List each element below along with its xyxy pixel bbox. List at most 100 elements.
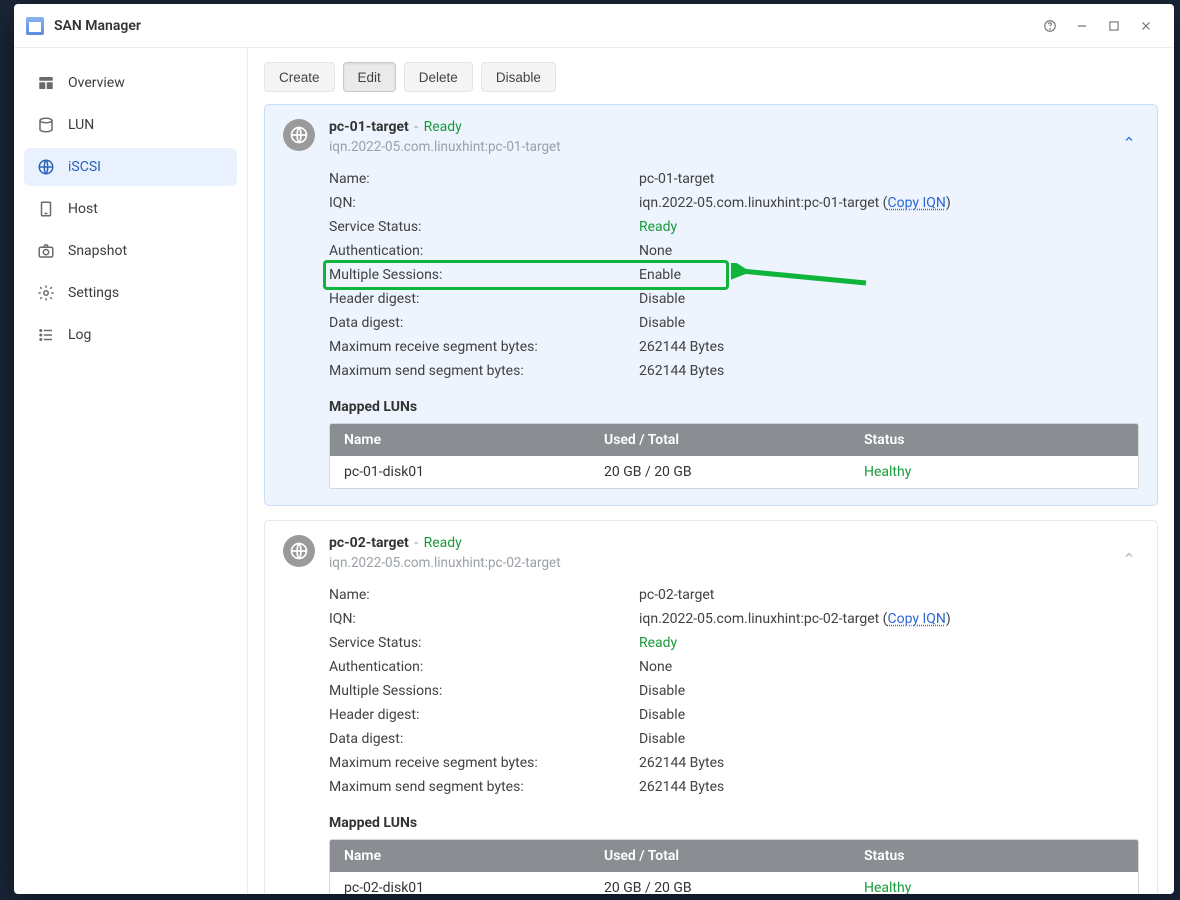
collapse-icon[interactable] (1117, 127, 1141, 151)
label-data-digest: Data digest: (329, 315, 639, 331)
mapped-luns-heading: Mapped LUNs (329, 399, 1157, 415)
lun-status: Healthy (864, 880, 1124, 894)
maximize-button[interactable] (1098, 10, 1130, 42)
sidebar-item-log[interactable]: Log (24, 316, 237, 354)
lun-name: pc-01-disk01 (344, 464, 604, 480)
globe-icon (283, 535, 315, 567)
value-header-digest: Disable (639, 291, 1139, 307)
value-header-digest: Disable (639, 707, 1139, 723)
value-data-digest: Disable (639, 315, 1139, 331)
value-auth: None (639, 243, 1139, 259)
sidebar-item-overview[interactable]: Overview (24, 64, 237, 102)
value-service-status: Ready (639, 219, 1139, 235)
disk-icon (36, 115, 56, 135)
table-row[interactable]: pc-02-disk01 20 GB / 20 GB Healthy (330, 872, 1138, 894)
col-name: Name (344, 848, 604, 864)
sidebar-item-label: iSCSI (68, 159, 101, 175)
camera-icon (36, 241, 56, 261)
value-max-recv: 262144 Bytes (639, 755, 1139, 771)
label-max-send: Maximum send segment bytes: (329, 779, 639, 795)
label-name: Name: (329, 171, 639, 187)
create-button[interactable]: Create (264, 62, 335, 92)
help-button[interactable] (1034, 10, 1066, 42)
table-header: Name Used / Total Status (330, 840, 1138, 872)
collapse-icon[interactable] (1117, 543, 1141, 567)
lun-used: 20 GB / 20 GB (604, 880, 864, 894)
target-name: pc-01-target (329, 119, 409, 135)
globe-icon (283, 119, 315, 151)
value-multiple-sessions: Enable (639, 267, 1139, 283)
sidebar-item-host[interactable]: Host (24, 190, 237, 228)
titlebar: SAN Manager (14, 4, 1174, 48)
lun-status: Healthy (864, 464, 1124, 480)
label-header-digest: Header digest: (329, 291, 639, 307)
app-icon (26, 17, 44, 35)
mapped-luns-table: Name Used / Total Status pc-01-disk01 20… (329, 423, 1139, 489)
target-iqn-sub: iqn.2022-05.com.linuxhint:pc-02-target (329, 555, 561, 571)
disable-button[interactable]: Disable (481, 62, 556, 92)
mapped-luns-table: Name Used / Total Status pc-02-disk01 20… (329, 839, 1139, 894)
sidebar: Overview LUN iSCSI Host (14, 48, 248, 894)
sidebar-item-lun[interactable]: LUN (24, 106, 237, 144)
label-service-status: Service Status: (329, 219, 639, 235)
sidebar-item-label: Host (68, 201, 98, 217)
globe-icon (36, 157, 56, 177)
copy-iqn-link[interactable]: Copy IQN (887, 611, 945, 627)
target-card[interactable]: pc-01-target - Ready iqn.2022-05.com.lin… (264, 104, 1158, 506)
sidebar-item-label: Settings (68, 285, 119, 301)
target-name: pc-02-target (329, 535, 409, 551)
col-name: Name (344, 432, 604, 448)
target-status: Ready (424, 535, 462, 551)
table-row[interactable]: pc-01-disk01 20 GB / 20 GB Healthy (330, 456, 1138, 488)
label-iqn: IQN: (329, 195, 639, 211)
value-name: pc-01-target (639, 171, 1139, 187)
sidebar-item-snapshot[interactable]: Snapshot (24, 232, 237, 270)
gear-icon (36, 283, 56, 303)
label-max-recv: Maximum receive segment bytes: (329, 755, 639, 771)
app-title: SAN Manager (54, 18, 141, 34)
target-status: Ready (424, 119, 462, 135)
sidebar-item-iscsi[interactable]: iSCSI (24, 148, 237, 186)
separator: - (411, 535, 422, 551)
label-auth: Authentication: (329, 659, 639, 675)
label-max-recv: Maximum receive segment bytes: (329, 339, 639, 355)
toolbar: Create Edit Delete Disable (264, 62, 1158, 92)
delete-button[interactable]: Delete (404, 62, 473, 92)
value-service-status: Ready (639, 635, 1139, 651)
value-data-digest: Disable (639, 731, 1139, 747)
label-multiple-sessions: Multiple Sessions: (329, 267, 639, 283)
mapped-luns-heading: Mapped LUNs (329, 815, 1157, 831)
table-header: Name Used / Total Status (330, 424, 1138, 456)
sidebar-item-settings[interactable]: Settings (24, 274, 237, 312)
col-used: Used / Total (604, 432, 864, 448)
value-name: pc-02-target (639, 587, 1139, 603)
value-multiple-sessions: Disable (639, 683, 1139, 699)
col-used: Used / Total (604, 848, 864, 864)
main-content: Create Edit Delete Disable pc-01-target … (248, 48, 1174, 894)
copy-iqn-link[interactable]: Copy IQN (887, 195, 945, 211)
edit-button[interactable]: Edit (343, 62, 396, 92)
label-header-digest: Header digest: (329, 707, 639, 723)
sidebar-item-label: Overview (68, 75, 125, 91)
target-iqn-sub: iqn.2022-05.com.linuxhint:pc-01-target (329, 139, 561, 155)
value-max-recv: 262144 Bytes (639, 339, 1139, 355)
label-multiple-sessions: Multiple Sessions: (329, 683, 639, 699)
label-name: Name: (329, 587, 639, 603)
col-status: Status (864, 432, 1124, 448)
label-auth: Authentication: (329, 243, 639, 259)
label-data-digest: Data digest: (329, 731, 639, 747)
col-status: Status (864, 848, 1124, 864)
value-iqn: iqn.2022-05.com.linuxhint:pc-01-target (… (639, 195, 1139, 211)
minimize-button[interactable] (1066, 10, 1098, 42)
value-auth: None (639, 659, 1139, 675)
close-button[interactable] (1130, 10, 1162, 42)
sidebar-item-label: Log (68, 327, 91, 343)
sidebar-item-label: LUN (68, 117, 94, 133)
lun-used: 20 GB / 20 GB (604, 464, 864, 480)
separator: - (411, 119, 422, 135)
value-max-send: 262144 Bytes (639, 779, 1139, 795)
target-card[interactable]: pc-02-target - Ready iqn.2022-05.com.lin… (264, 520, 1158, 894)
app-window: SAN Manager Overview (14, 4, 1174, 894)
value-max-send: 262144 Bytes (639, 363, 1139, 379)
label-max-send: Maximum send segment bytes: (329, 363, 639, 379)
